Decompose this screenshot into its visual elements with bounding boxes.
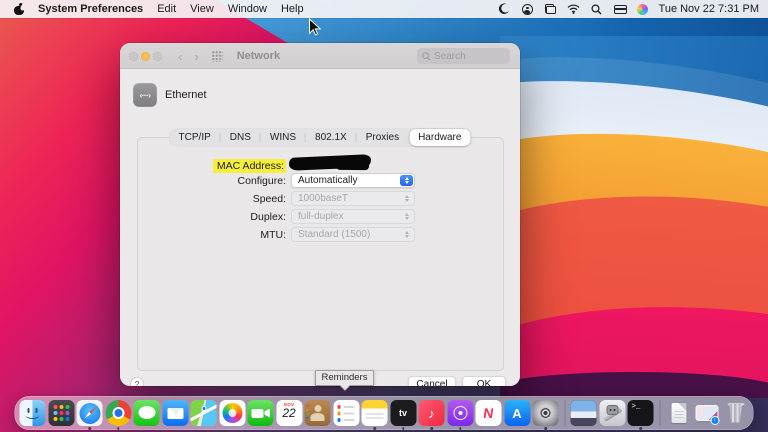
mtu-label: MTU: (138, 229, 291, 241)
dock-item-messages[interactable] (134, 400, 160, 426)
wallpaper-band (500, 372, 768, 398)
speed-value: 1000baseT (298, 193, 348, 204)
dock-item-calendar[interactable]: NOV22 (276, 400, 302, 426)
duplex-value: full-duplex (298, 211, 344, 222)
back-icon[interactable]: ‹ (178, 50, 182, 63)
help-button[interactable]: ? (130, 377, 144, 386)
ethernet-icon: ‹···› (133, 83, 157, 107)
dock-item-launchpad[interactable] (48, 400, 74, 426)
stepper-icon (400, 211, 413, 222)
hardware-sheet: ‹···› Ethernet TCP/IP DNS WINS 802.1X Pr… (120, 69, 520, 386)
speed-label: Speed: (138, 193, 291, 205)
network-preferences-window: ‹ › Network Search ‹···› Ethernet TCP/IP… (120, 43, 520, 386)
menu-bar: System Preferences Edit View Window Help… (0, 0, 768, 18)
ok-button[interactable]: OK (462, 376, 506, 386)
mac-address-label: MAC Address: (213, 159, 286, 173)
configure-dropdown[interactable]: Automatically (291, 173, 415, 188)
dock-item-finder[interactable] (20, 400, 46, 426)
mtu-row: MTU: Standard (1500) (138, 227, 415, 242)
dock-item-screenshot-file[interactable]: ↓ (694, 400, 720, 426)
search-placeholder: Search (434, 51, 466, 62)
menu-help[interactable]: Help (281, 3, 304, 15)
show-all-grid-icon[interactable] (211, 50, 223, 62)
dock-item-trash[interactable] (723, 400, 749, 426)
configure-value: Automatically (298, 175, 357, 186)
dock-item-automator[interactable] (599, 400, 625, 426)
duplex-label: Duplex: (138, 211, 291, 223)
dock-item-chrome[interactable] (105, 400, 131, 426)
dock-item-photos[interactable] (219, 400, 245, 426)
configure-label: Configure: (138, 175, 291, 187)
dock-item-reminders[interactable] (333, 400, 359, 426)
close-button[interactable] (129, 52, 138, 61)
mtu-dropdown: Standard (1500) (291, 227, 415, 242)
reminders-tooltip: Reminders (315, 370, 374, 386)
zoom-button[interactable] (153, 52, 162, 61)
dock-item-podcasts[interactable] (447, 400, 473, 426)
dock-item-contacts[interactable] (305, 400, 331, 426)
tab-proxies[interactable]: Proxies (357, 129, 408, 146)
search-input[interactable]: Search (417, 48, 510, 64)
menu-bar-clock[interactable]: Tue Nov 22 7:31 PM (659, 3, 759, 15)
forward-icon[interactable]: › (194, 50, 198, 63)
menu-window[interactable]: Window (228, 3, 267, 15)
dock: NOV22 tv ♪ N A >_ ↓ (15, 396, 754, 430)
dock-item-tv[interactable]: tv (390, 400, 416, 426)
dock-item-news[interactable]: N (476, 400, 502, 426)
tab-bar: TCP/IP DNS WINS 802.1X Proxies Hardware (170, 129, 471, 146)
dock-item-app-store[interactable]: A (504, 400, 530, 426)
minimize-button[interactable] (141, 52, 150, 61)
dock-item-notes[interactable] (362, 400, 388, 426)
dock-divider (659, 400, 660, 426)
speed-dropdown: 1000baseT (291, 191, 415, 206)
dock-item-document-file[interactable] (666, 400, 692, 426)
tab-8021x[interactable]: 802.1X (306, 129, 356, 146)
mac-address-redaction (289, 154, 371, 171)
tab-tcpip[interactable]: TCP/IP (170, 129, 220, 146)
dock-divider (564, 400, 565, 426)
dock-item-facetime[interactable] (248, 400, 274, 426)
hardware-panel: MAC Address: Configure: Automatically Sp… (137, 137, 504, 371)
duplex-row: Duplex: full-duplex (138, 209, 415, 224)
tab-hardware[interactable]: Hardware (409, 129, 470, 146)
siri-icon[interactable] (636, 3, 649, 16)
mouse-cursor (308, 18, 321, 42)
dock-item-system-preferences[interactable] (533, 400, 559, 426)
displays-icon[interactable] (544, 3, 557, 16)
stepper-icon (400, 229, 413, 240)
dock-item-music[interactable]: ♪ (419, 400, 445, 426)
dock-item-maps[interactable] (191, 400, 217, 426)
mac-address-row: MAC Address: (138, 158, 291, 173)
search-icon (422, 52, 431, 61)
spotlight-icon[interactable] (590, 3, 603, 16)
wifi-icon[interactable] (567, 3, 580, 16)
dock-item-safari[interactable] (77, 400, 103, 426)
tab-wins[interactable]: WINS (261, 129, 305, 146)
duplex-dropdown: full-duplex (291, 209, 415, 224)
mtu-value: Standard (1500) (298, 229, 370, 240)
user-account-icon[interactable] (521, 3, 534, 16)
menu-view[interactable]: View (190, 3, 214, 15)
do-not-disturb-icon[interactable] (498, 3, 511, 16)
apple-menu-icon[interactable] (14, 4, 24, 15)
dock-item-mail[interactable] (162, 400, 188, 426)
cancel-button[interactable]: Cancel (408, 376, 456, 386)
configure-row: Configure: Automatically (138, 173, 415, 188)
menu-app-name[interactable]: System Preferences (38, 3, 143, 15)
window-title-bar[interactable]: ‹ › Network Search (120, 43, 520, 69)
speed-row: Speed: 1000baseT (138, 191, 415, 206)
dock-item-terminal[interactable]: >_ (628, 400, 654, 426)
wallpaper-right-waves (500, 36, 768, 398)
control-center-icon[interactable] (613, 3, 626, 16)
window-title: Network (237, 50, 280, 62)
tab-dns[interactable]: DNS (221, 129, 260, 146)
stepper-icon (400, 175, 413, 186)
stepper-icon (400, 193, 413, 204)
dock-item-minimized-window[interactable] (571, 400, 597, 426)
menu-edit[interactable]: Edit (157, 3, 176, 15)
device-name: Ethernet (165, 89, 207, 101)
